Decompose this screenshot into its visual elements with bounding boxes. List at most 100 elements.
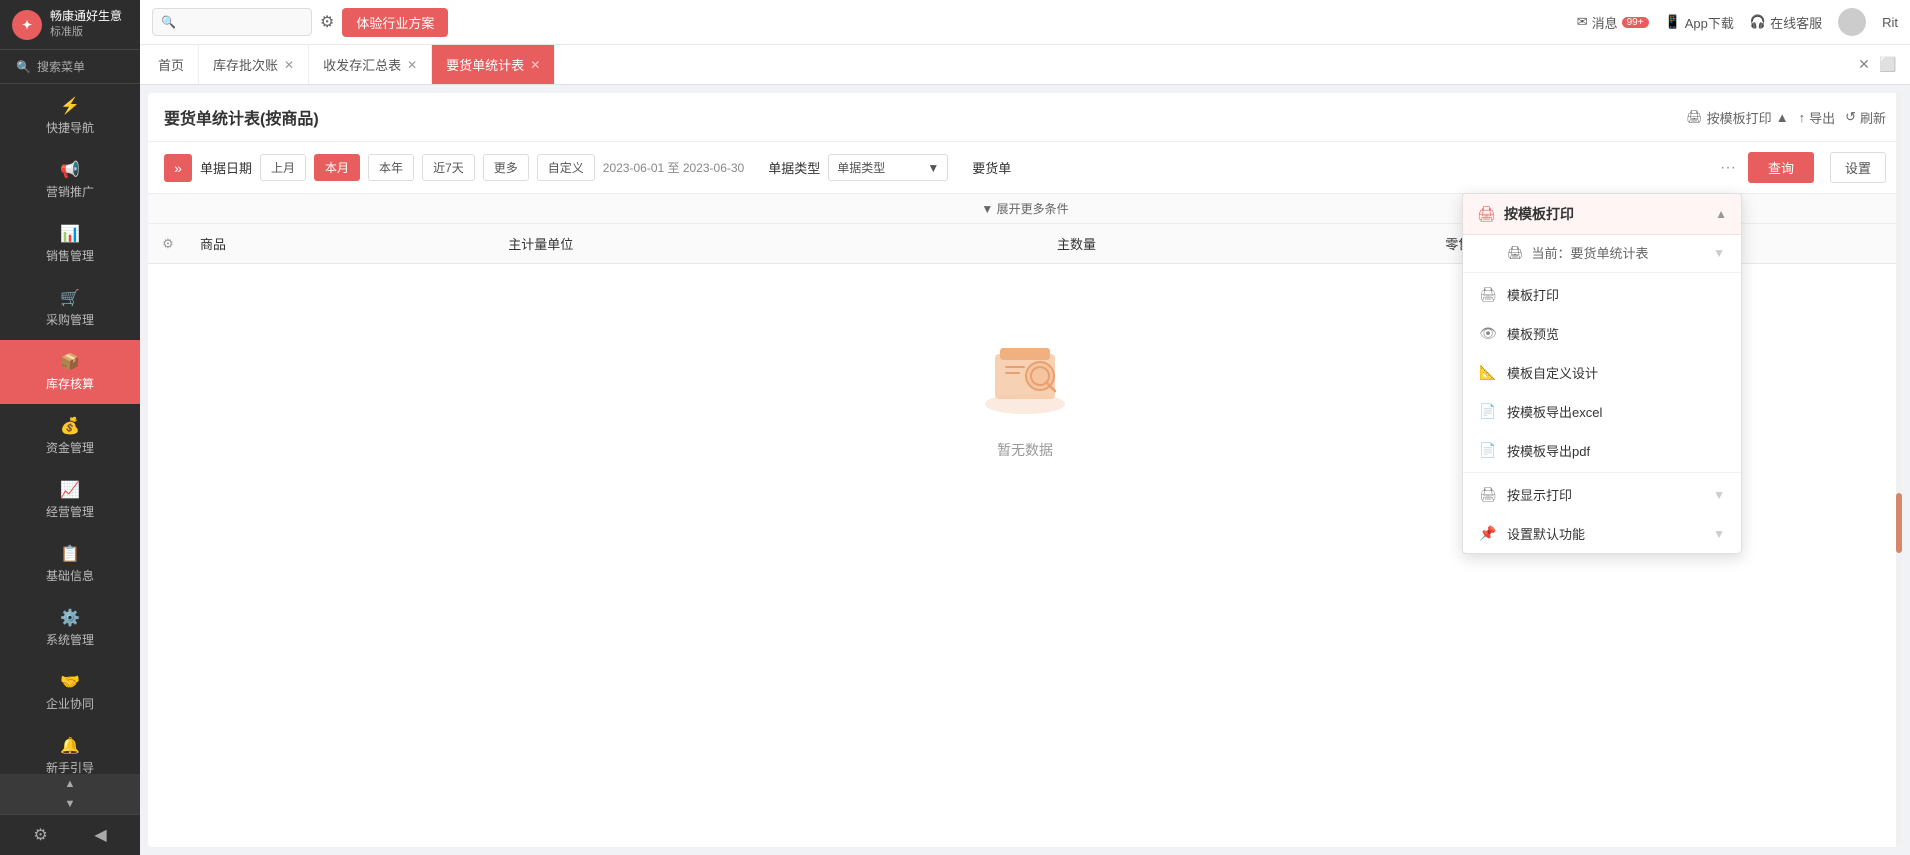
date-current-year[interactable]: 本年: [368, 154, 414, 181]
refresh-button[interactable]: ↺ 刷新: [1845, 108, 1886, 127]
sidebar-scroll-down[interactable]: ▼: [0, 794, 140, 814]
sidebar-item-system[interactable]: ⚙️ 系统管理: [0, 596, 140, 660]
sidebar-search[interactable]: 🔍 搜索菜单: [0, 50, 140, 84]
nav-icon-sales: 📊: [60, 224, 80, 244]
require-goods-label: 要货单: [972, 158, 1011, 177]
dropdown-close-arrow[interactable]: ▲: [1715, 207, 1727, 221]
more-dots-icon[interactable]: ···: [1720, 159, 1736, 177]
filter-right: ··· 查询 设置: [1720, 152, 1886, 183]
sidebar-item-corp[interactable]: 🤝 企业协同: [0, 660, 140, 724]
tab-close-receipt-summary[interactable]: ✕: [407, 58, 417, 72]
date-custom[interactable]: 自定义: [537, 154, 595, 181]
table-col-unit: 主计量单位: [496, 224, 1045, 264]
tab-order-stats[interactable]: 要货单统计表 ✕: [432, 45, 555, 84]
date-prev-month[interactable]: 上月: [260, 154, 306, 181]
table-col-quantity: 主数量: [1045, 224, 1433, 264]
dropdown-template-pdf[interactable]: 📄 按模板导出pdf: [1463, 431, 1741, 470]
date-label: 单据日期: [200, 158, 252, 177]
date-range-text: 2023-06-01 至 2023-06-30: [603, 159, 744, 176]
tab-home[interactable]: 首页: [144, 45, 199, 84]
dropdown-print-icon: 🖨: [1477, 205, 1496, 223]
nav-icon-purchase: 🛒: [60, 288, 80, 308]
table-col-settings[interactable]: ⚙: [148, 224, 188, 264]
app-download-button[interactable]: 📱 App下载: [1665, 13, 1734, 32]
top-header: 🔍 ⚙ 体验行业方案 ✉ 消息 99+ 📱 App下载 🎧 在线客服 Rit: [140, 0, 1910, 45]
template-excel-icon: 📄: [1479, 403, 1497, 420]
print-icon: 🖨: [1686, 109, 1703, 125]
dropdown-display-print[interactable]: 🖨 按显示打印 ▼: [1463, 475, 1741, 514]
sidebar-nav: ⚡ 快捷导航 📢 营销推广 📊 销售管理 🛒 采购管理 📦 库存核算 💰 资金管…: [0, 84, 140, 774]
sidebar-item-finance[interactable]: 💰 资金管理: [0, 404, 140, 468]
query-button[interactable]: 查询: [1748, 152, 1814, 183]
try-industry-button[interactable]: 体验行业方案: [342, 8, 448, 37]
nav-icon-marketing: 📢: [60, 160, 80, 180]
filter-bar: » 单据日期 上月 本月 本年 近7天 更多 自定义 2023-06-01 至 …: [148, 142, 1902, 194]
header-search-box[interactable]: 🔍: [152, 8, 312, 36]
tab-receipt-summary[interactable]: 收发存汇总表 ✕: [309, 45, 432, 84]
empty-text: 暂无数据: [997, 440, 1053, 460]
dropdown-set-default[interactable]: 📌 设置默认功能 ▼: [1463, 514, 1741, 553]
dropdown-template-preview[interactable]: 👁 模板预览: [1463, 314, 1741, 353]
nav-icon-operations: 📈: [60, 480, 80, 500]
nav-icon-basic: 📋: [60, 544, 80, 564]
current-template-icon: 🖨: [1507, 245, 1524, 261]
display-print-arrow: ▼: [1713, 488, 1725, 502]
filter-actions: 设置: [1830, 152, 1886, 183]
print-arrow-icon: ▲: [1776, 110, 1789, 125]
user-avatar[interactable]: [1838, 8, 1866, 36]
col-settings-icon[interactable]: ⚙: [162, 236, 174, 251]
type-select-arrow: ▼: [927, 161, 939, 175]
sidebar-logo: ✦ 畅康通好生意 标准版: [0, 0, 140, 50]
template-pdf-icon: 📄: [1479, 442, 1497, 459]
search-icon: 🔍: [16, 60, 31, 74]
header-gear-icon[interactable]: ⚙: [320, 12, 334, 32]
app-logo-icon: ✦: [12, 10, 42, 40]
divider-2: [1463, 472, 1741, 473]
tab-inventory-batch[interactable]: 库存批次账 ✕: [199, 45, 309, 84]
tab-bar: 首页 库存批次账 ✕ 收发存汇总表 ✕ 要货单统计表 ✕ ✕ ⬜: [140, 45, 1910, 85]
expand-more-button[interactable]: ▼ 展开更多条件: [981, 200, 1068, 217]
dropdown-template-design[interactable]: 📐 模板自定义设计: [1463, 353, 1741, 392]
tab-close-inventory-batch[interactable]: ✕: [284, 58, 294, 72]
dropdown-template-print[interactable]: 🖨 模板打印: [1463, 275, 1741, 314]
print-dropdown: 🖨 按模板打印 ▲ 🖨 当前：要货单统计表 ▼ 🖨 模板打印 👁 模板预览: [1462, 193, 1742, 554]
set-default-icon: 📌: [1479, 525, 1497, 542]
settings-button[interactable]: 设置: [1830, 152, 1886, 183]
type-select[interactable]: 单据类型 ▼: [828, 154, 948, 181]
window-maximize-button[interactable]: ⬜: [1878, 55, 1898, 75]
dropdown-current[interactable]: 🖨 当前：要货单统计表 ▼: [1463, 235, 1741, 270]
right-scrollbar[interactable]: [1896, 93, 1902, 847]
date-more[interactable]: 更多: [483, 154, 529, 181]
sidebar-item-basic[interactable]: 📋 基础信息: [0, 532, 140, 596]
sidebar-item-guide[interactable]: 🔔 新手引导: [0, 724, 140, 774]
sidebar-item-sales[interactable]: 📊 销售管理: [0, 212, 140, 276]
service-icon: 🎧: [1750, 14, 1766, 30]
dropdown-template-excel[interactable]: 📄 按模板导出excel: [1463, 392, 1741, 431]
sidebar-item-quick-nav[interactable]: ⚡ 快捷导航: [0, 84, 140, 148]
sidebar-item-marketing[interactable]: 📢 营销推广: [0, 148, 140, 212]
window-close-button[interactable]: ✕: [1854, 55, 1874, 75]
print-button[interactable]: 🖨 按模板打印 ▲: [1686, 108, 1788, 127]
sidebar-item-operations[interactable]: 📈 经营管理: [0, 468, 140, 532]
date-last7days[interactable]: 近7天: [422, 154, 475, 181]
sidebar-settings-icon[interactable]: ⚙: [33, 825, 47, 845]
sidebar-item-purchase[interactable]: 🛒 采购管理: [0, 276, 140, 340]
messages-button[interactable]: ✉ 消息 99+: [1577, 13, 1649, 32]
sidebar-collapse-icon[interactable]: ◀: [94, 825, 106, 845]
template-print-icon: 🖨: [1479, 286, 1497, 303]
sidebar-scroll-up[interactable]: ▲: [0, 774, 140, 794]
type-label: 单据类型: [768, 158, 820, 177]
export-button[interactable]: ↑ 导出: [1799, 108, 1836, 127]
date-current-month[interactable]: 本月: [314, 154, 360, 181]
display-print-icon: 🖨: [1479, 486, 1497, 503]
sidebar-item-inventory[interactable]: 📦 库存核算: [0, 340, 140, 404]
main-area: 🔍 ⚙ 体验行业方案 ✉ 消息 99+ 📱 App下载 🎧 在线客服 Rit: [140, 0, 1910, 855]
divider-1: [1463, 272, 1741, 273]
template-design-icon: 📐: [1479, 364, 1497, 381]
filter-expand-button[interactable]: »: [164, 154, 192, 182]
nav-icon-quick: ⚡: [60, 96, 80, 116]
online-service-button[interactable]: 🎧 在线客服: [1750, 13, 1822, 32]
dropdown-header: 🖨 按模板打印 ▲: [1463, 194, 1741, 235]
tab-close-order-stats[interactable]: ✕: [530, 58, 540, 72]
page-title-actions: 🖨 按模板打印 ▲ ↑ 导出 ↺ 刷新: [1686, 108, 1886, 127]
